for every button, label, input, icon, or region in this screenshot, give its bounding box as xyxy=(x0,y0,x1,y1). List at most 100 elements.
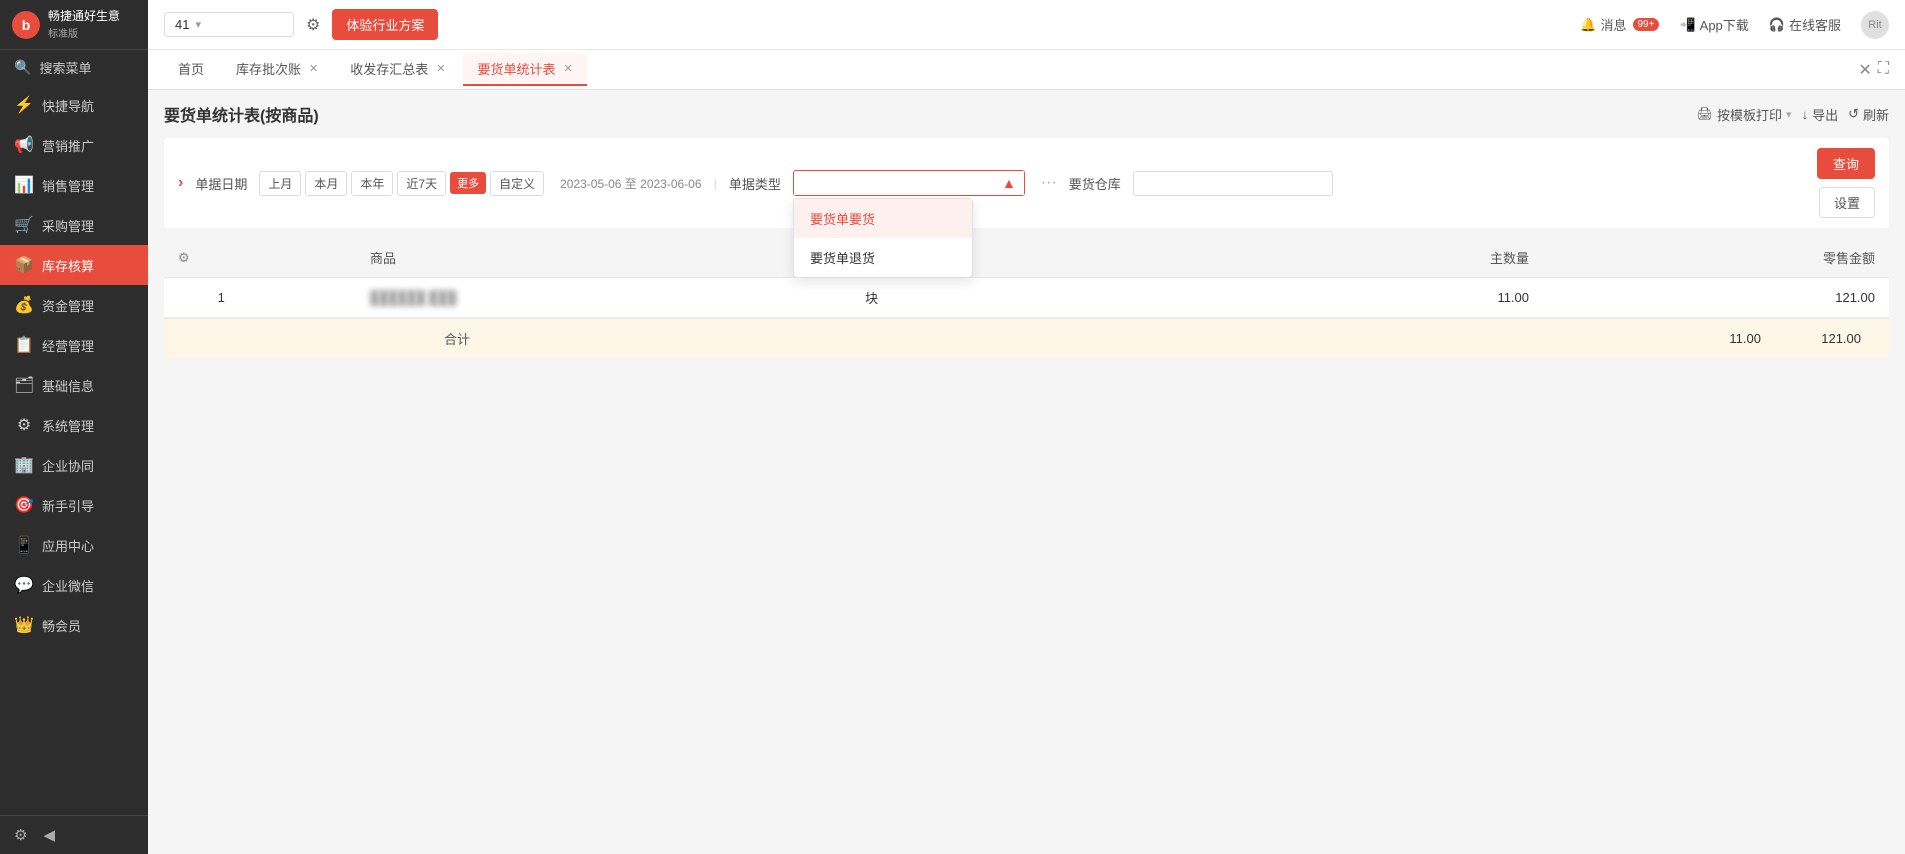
page-title: 要货单统计表(按商品) xyxy=(164,102,319,126)
trial-button[interactable]: 体验行业方案 xyxy=(332,9,438,40)
sidebar-item-purchase[interactable]: 🛒 采购管理 xyxy=(0,205,148,245)
sidebar-bottom: ⚙ ◀ xyxy=(0,815,148,854)
sidebar-item-label: 企业微信 xyxy=(42,576,94,595)
print-label: 按模板打印 xyxy=(1717,105,1782,124)
export-button[interactable]: ↓ 导出 xyxy=(1802,105,1839,124)
tenant-name: 41 xyxy=(175,17,189,32)
date-filter-label: 单据日期 xyxy=(195,174,247,193)
query-button[interactable]: 查询 xyxy=(1817,148,1875,179)
col-qty-cell: 11.00 xyxy=(1253,278,1543,318)
sidebar-item-operation[interactable]: 📋 经营管理 xyxy=(0,325,148,365)
online-service-button[interactable]: 🎧 在线客服 xyxy=(1769,15,1841,34)
sidebar-item-wechat[interactable]: 💬 企业微信 xyxy=(0,565,148,605)
newbie-icon: 🎯 xyxy=(14,495,34,515)
tab-recv-summary-close[interactable]: ✕ xyxy=(436,62,445,75)
warehouse-input[interactable] xyxy=(1133,171,1333,196)
vip-icon: 👑 xyxy=(14,615,34,635)
footer-amount-value: 121.00 xyxy=(1775,331,1875,346)
tenant-selector[interactable]: 41 ▾ xyxy=(164,12,294,37)
inventory-icon: 📦 xyxy=(14,255,34,275)
sidebar-item-newbie[interactable]: 🎯 新手引导 xyxy=(0,485,148,525)
data-table: ⚙ 商品 主计量单位 主数量 零售金额 1 ██████ ███ xyxy=(164,238,1889,358)
type-select-input[interactable] xyxy=(794,172,994,195)
dropdown-item-order-return[interactable]: 要货单退货 xyxy=(794,238,972,277)
sidebar-item-basic[interactable]: 🗂 基础信息 xyxy=(0,365,148,405)
date-btn-this-month[interactable]: 本月 xyxy=(305,171,347,196)
tab-order-summary-close[interactable]: ✕ xyxy=(564,62,573,75)
dropdown-item-order-goods[interactable]: 要货单要货 xyxy=(794,199,972,238)
export-label: 导出 xyxy=(1812,105,1838,124)
gear-button[interactable]: ⚙ xyxy=(306,15,320,35)
type-select-wrap: ▲ 要货单要货 要货单退货 xyxy=(793,170,1025,196)
sidebar-item-quick-nav[interactable]: ⚡ 快捷导航 xyxy=(0,85,148,125)
settings-button[interactable]: 设置 xyxy=(1819,187,1875,218)
sidebar-item-label: 销售管理 xyxy=(42,176,94,195)
col-seq-header xyxy=(204,238,356,278)
download-icon: 📲 xyxy=(1679,17,1695,33)
app-logo: b 畅捷通好生意 标准版 xyxy=(0,0,148,50)
type-select[interactable]: ▲ xyxy=(793,170,1025,196)
tab-stock-batch-close[interactable]: ✕ xyxy=(309,62,318,75)
sidebar-item-marketing[interactable]: 📢 营销推广 xyxy=(0,125,148,165)
sidebar-item-inventory[interactable]: 📦 库存核算 xyxy=(0,245,148,285)
print-icon: 🖨 xyxy=(1697,106,1714,122)
type-filter-label: 单据类型 xyxy=(729,174,781,193)
date-btn-custom[interactable]: 自定义 xyxy=(490,171,544,196)
column-settings-icon[interactable]: ⚙ xyxy=(178,250,190,265)
sidebar-item-finance[interactable]: 💰 资金管理 xyxy=(0,285,148,325)
tab-expand-icon[interactable]: ⛶ xyxy=(1878,60,1889,80)
sidebar-item-label: 畅会员 xyxy=(42,616,81,635)
page-title-bar: 要货单统计表(按商品) 🖨 按模板打印 ▾ ↓ 导出 ↺ 刷新 xyxy=(164,102,1889,126)
tab-stock-batch[interactable]: 库存批次账 ✕ xyxy=(222,53,332,86)
user-avatar[interactable]: Rit xyxy=(1861,11,1889,39)
tab-home-label: 首页 xyxy=(178,59,204,78)
date-btn-this-year[interactable]: 本年 xyxy=(351,171,393,196)
sidebar-item-vip[interactable]: 👑 畅会员 xyxy=(0,605,148,645)
sidebar-item-appstore[interactable]: 📱 应用中心 xyxy=(0,525,148,565)
collapse-icon[interactable]: ◀ xyxy=(43,826,55,844)
type-dropdown-menu: 要货单要货 要货单退货 xyxy=(793,198,973,278)
tab-order-summary[interactable]: 要货单统计表 ✕ xyxy=(463,53,586,86)
filter-right-actions: 查询 设置 xyxy=(1817,148,1875,218)
online-service-label: 在线客服 xyxy=(1789,15,1841,34)
col-goods-header: 商品 xyxy=(356,238,851,278)
tab-bar: 首页 库存批次账 ✕ 收发存汇总表 ✕ 要货单统计表 ✕ ✕ ⛶ xyxy=(148,50,1905,90)
sidebar-item-label: 经营管理 xyxy=(42,336,94,355)
app-download-label: App下载 xyxy=(1700,15,1749,34)
date-btn-last-month[interactable]: 上月 xyxy=(259,171,301,196)
table-header-row: ⚙ 商品 主计量单位 主数量 零售金额 xyxy=(164,238,1889,278)
col-qty-header: 主数量 xyxy=(1253,238,1543,278)
sidebar-item-system[interactable]: ⚙ 系统管理 xyxy=(0,405,148,445)
purchase-icon: 🛒 xyxy=(14,215,34,235)
settings-icon[interactable]: ⚙ xyxy=(14,826,27,844)
col-settings-cell xyxy=(164,278,204,318)
messages-button[interactable]: 🔔 消息 99+ xyxy=(1580,15,1659,34)
sidebar-item-label: 企业协同 xyxy=(42,456,94,475)
date-range-display: 2023-05-06 至 2023-06-06 xyxy=(560,175,701,192)
tab-order-summary-label: 要货单统计表 xyxy=(477,59,555,78)
sidebar-item-sales[interactable]: 📊 销售管理 xyxy=(0,165,148,205)
search-menu[interactable]: 🔍 搜索菜单 xyxy=(0,50,148,85)
header-right: 🔔 消息 99+ 📲 App下载 🎧 在线客服 Rit xyxy=(1580,11,1889,39)
tab-recv-summary[interactable]: 收发存汇总表 ✕ xyxy=(336,53,459,86)
chevron-up-icon[interactable]: ▲ xyxy=(994,171,1024,195)
sidebar-item-label: 采购管理 xyxy=(42,216,94,235)
sidebar-item-label: 系统管理 xyxy=(42,416,94,435)
quick-nav-icon: ⚡ xyxy=(14,95,34,115)
refresh-button[interactable]: ↺ 刷新 xyxy=(1848,105,1889,124)
more-options-icon[interactable]: ··· xyxy=(1041,174,1057,192)
app-download-button[interactable]: 📲 App下载 xyxy=(1679,15,1748,34)
sidebar-item-label: 基础信息 xyxy=(42,376,94,395)
print-button[interactable]: 🖨 按模板打印 ▾ xyxy=(1697,105,1792,124)
sidebar-item-label: 资金管理 xyxy=(42,296,94,315)
tab-close-all-icon[interactable]: ✕ xyxy=(1858,60,1871,80)
app-subtitle: 标准版 xyxy=(48,25,120,40)
page-content: 要货单统计表(按商品) 🖨 按模板打印 ▾ ↓ 导出 ↺ 刷新 › xyxy=(148,90,1905,854)
filter-toggle-button[interactable]: › xyxy=(178,174,183,192)
refresh-icon: ↺ xyxy=(1848,106,1859,122)
tab-home[interactable]: 首页 xyxy=(164,53,218,86)
export-icon: ↓ xyxy=(1802,107,1809,122)
sidebar-item-enterprise[interactable]: 🏢 企业协同 xyxy=(0,445,148,485)
date-btn-7days[interactable]: 近7天 xyxy=(397,171,446,196)
date-btn-more[interactable]: 更多 xyxy=(450,172,486,194)
